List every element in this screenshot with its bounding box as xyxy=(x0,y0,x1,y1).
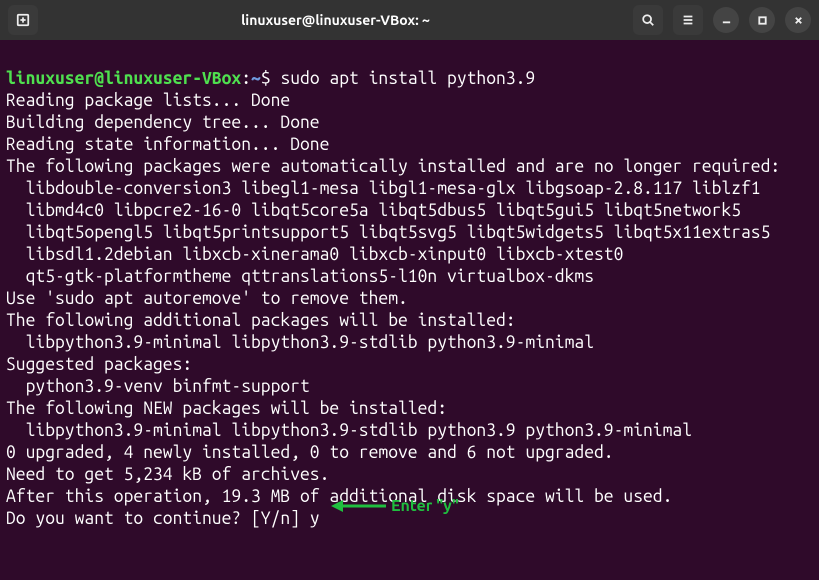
annotation-text: Enter "y" xyxy=(391,495,459,517)
output-line: libmd4c0 libpcre2-16-0 libqt5core5a libq… xyxy=(6,201,741,220)
annotation-callout: Enter "y" xyxy=(331,495,459,517)
titlebar-left xyxy=(8,5,38,35)
search-button[interactable] xyxy=(633,5,663,35)
prompt-user-host: linuxuser@linuxuser-VBox xyxy=(6,69,241,88)
menu-button[interactable] xyxy=(673,5,703,35)
output-line: 0 upgraded, 4 newly installed, 0 to remo… xyxy=(6,443,614,462)
minimize-button[interactable] xyxy=(713,7,739,33)
output-line: Building dependency tree... Done xyxy=(6,113,320,132)
output-line: Reading package lists... Done xyxy=(6,91,290,110)
close-button[interactable] xyxy=(785,7,811,33)
prompt-path: ~ xyxy=(251,69,261,88)
prompt-line: linuxuser@linuxuser-VBox:~$ sudo apt ins… xyxy=(6,69,535,88)
output-line: libdouble-conversion3 libegl1-mesa libgl… xyxy=(6,179,761,198)
window-title: linuxuser@linuxuser-VBox: ~ xyxy=(42,12,629,28)
output-line: The following additional packages will b… xyxy=(6,311,516,330)
output-line: The following packages were automaticall… xyxy=(6,157,780,176)
titlebar-right xyxy=(633,5,811,35)
output-line: python3.9-venv binfmt-support xyxy=(6,377,310,396)
prompt-sep1: : xyxy=(241,69,251,88)
output-line: libsdl1.2debian libxcb-xinerama0 libxcb-… xyxy=(6,245,623,264)
terminal-area[interactable]: linuxuser@linuxuser-VBox:~$ sudo apt ins… xyxy=(0,40,819,580)
output-line: libqt5opengl5 libqt5printsupport5 libqt5… xyxy=(6,223,770,242)
command-text: sudo apt install python3.9 xyxy=(280,69,535,88)
maximize-button[interactable] xyxy=(749,7,775,33)
output-line: The following NEW packages will be insta… xyxy=(6,399,447,418)
output-line: Reading state information... Done xyxy=(6,135,329,154)
output-line: libpython3.9-minimal libpython3.9-stdlib… xyxy=(6,421,692,440)
new-tab-button[interactable] xyxy=(8,5,38,35)
titlebar: linuxuser@linuxuser-VBox: ~ xyxy=(0,0,819,40)
output-line: Suggested packages: xyxy=(6,355,192,374)
prompt-sep2: $ xyxy=(261,69,281,88)
output-line: libpython3.9-minimal libpython3.9-stdlib… xyxy=(6,333,594,352)
output-line: Use 'sudo apt autoremove' to remove them… xyxy=(6,289,408,308)
arrow-left-icon xyxy=(331,498,387,514)
output-line: qt5-gtk-platformtheme qttranslations5-l1… xyxy=(6,267,594,286)
output-line: Do you want to continue? [Y/n] y xyxy=(6,509,320,528)
output-line: Need to get 5,234 kB of archives. xyxy=(6,465,329,484)
